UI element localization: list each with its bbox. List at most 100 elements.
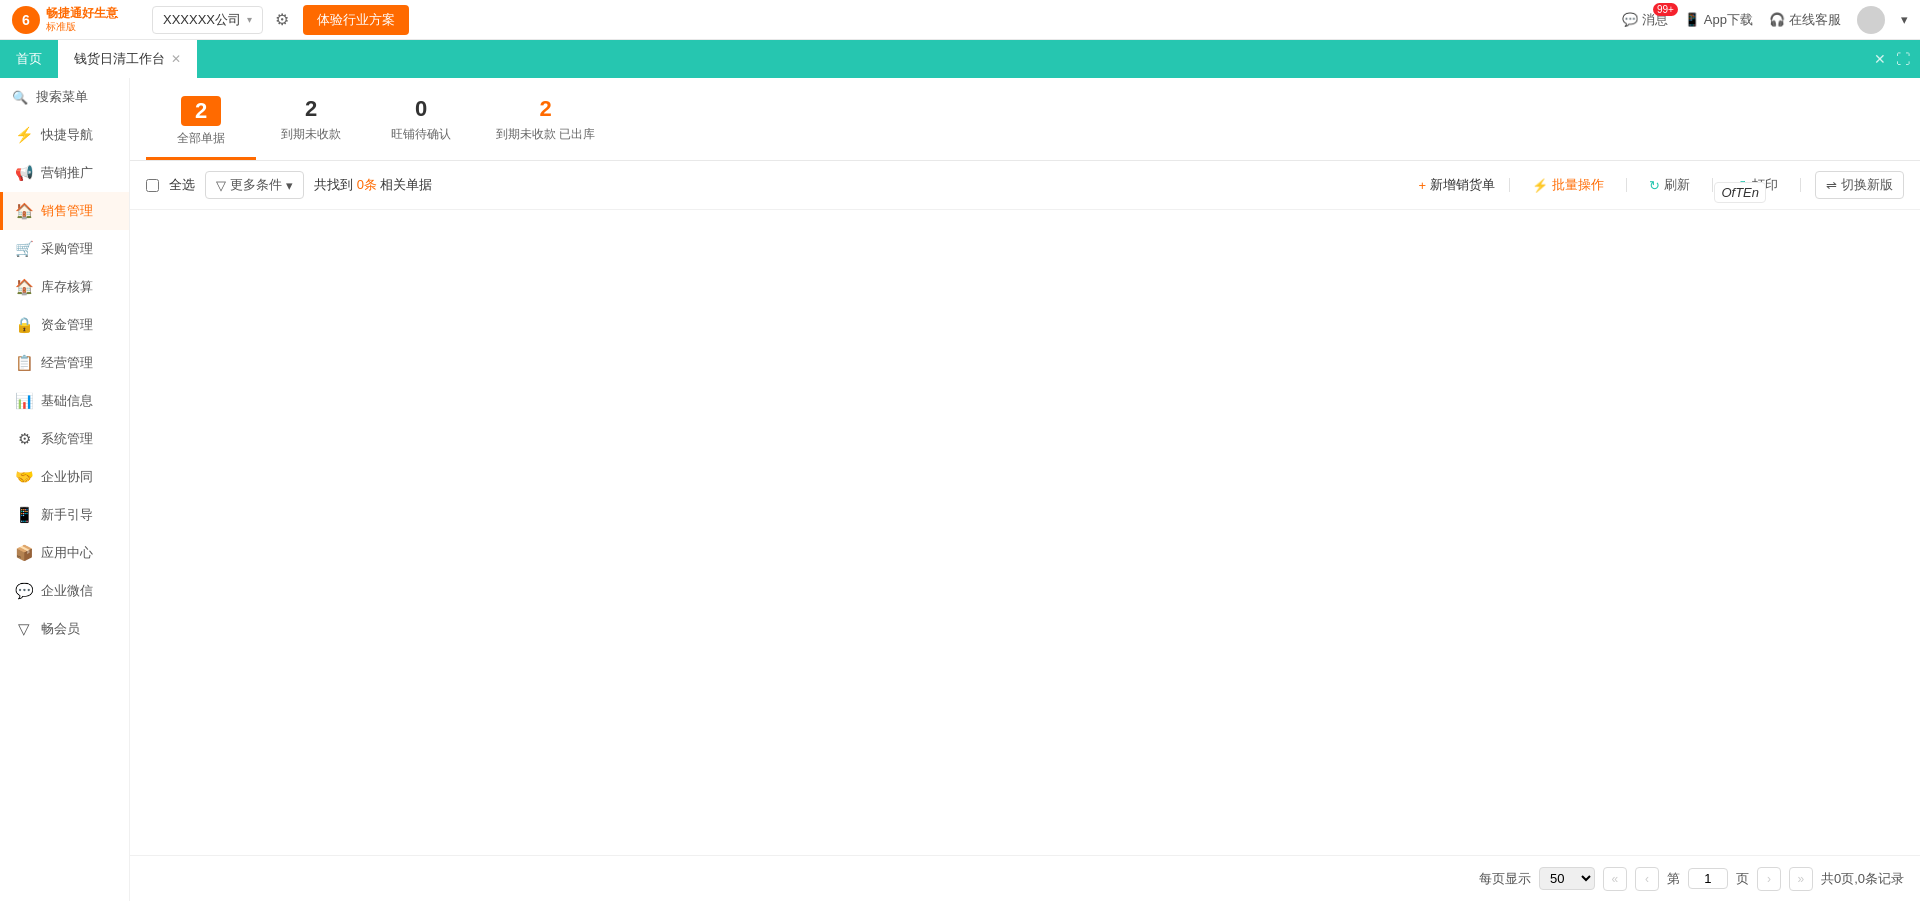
sidebar-item-quick-nav[interactable]: ⚡ 快捷导航 [0, 116, 129, 154]
sidebar-item-apps[interactable]: 📦 应用中心 [0, 534, 129, 572]
tab-bar-right: ✕ ⛶ [1874, 51, 1920, 67]
tab-minimize-icon[interactable]: ✕ [1874, 51, 1886, 67]
last-page-button[interactable]: » [1789, 867, 1813, 891]
sidebar-search[interactable]: 🔍 搜索菜单 [0, 78, 129, 116]
app-download-btn[interactable]: 📱 App下载 [1684, 11, 1753, 29]
found-text: 共找到 0条 相关单据 [314, 176, 432, 194]
sales-icon: 🏠 [15, 202, 33, 220]
sidebar-item-label: 采购管理 [41, 240, 93, 258]
refresh-button[interactable]: ↻ 刷新 [1641, 172, 1698, 198]
switch-new-button[interactable]: ⇌ 切换新版 [1815, 171, 1904, 199]
batch-op-label: 批量操作 [1552, 176, 1604, 194]
content-area: 2 全部单据 2 到期未收款 0 旺铺待确认 2 到期未收款 已出库 全选 ▽ … [130, 78, 1920, 901]
page-size-label: 每页显示 [1479, 870, 1531, 888]
message-btn[interactable]: 💬 消息 99+ [1622, 11, 1668, 29]
new-sale-label: 新增销货单 [1430, 176, 1495, 194]
divider [1509, 178, 1510, 192]
online-service-btn[interactable]: 🎧 在线客服 [1769, 11, 1841, 29]
sidebar-item-guide[interactable]: 📱 新手引导 [0, 496, 129, 534]
select-all-checkbox[interactable] [146, 179, 159, 192]
tab-close-icon[interactable]: ✕ [171, 52, 181, 66]
stat-tab-overdue-unshipped[interactable]: 2 到期未收款 已出库 [476, 88, 615, 160]
sidebar-item-system[interactable]: ⚙ 系统管理 [0, 420, 129, 458]
sidebar-item-inventory[interactable]: 🏠 库存核算 [0, 268, 129, 306]
experience-button[interactable]: 体验行业方案 [303, 5, 409, 35]
sidebar: 🔍 搜索菜单 ⚡ 快捷导航 📢 营销推广 🏠 销售管理 🛒 采购管理 🏠 库存核… [0, 78, 130, 901]
message-badge: 99+ [1653, 3, 1678, 16]
inventory-icon: 🏠 [15, 278, 33, 296]
switch-icon: ⇌ [1826, 178, 1837, 193]
stat-label-all: 全部单据 [177, 130, 225, 147]
sidebar-item-basic[interactable]: 📊 基础信息 [0, 382, 129, 420]
new-sale-button[interactable]: + 新增销货单 [1418, 176, 1495, 194]
apps-icon: 📦 [15, 544, 33, 562]
prev-page-button[interactable]: ‹ [1635, 867, 1659, 891]
sidebar-item-operations[interactable]: 📋 经营管理 [0, 344, 129, 382]
search-icon: 🔍 [12, 90, 28, 105]
switch-label: 切换新版 [1841, 176, 1893, 194]
message-icon: 💬 [1622, 12, 1638, 27]
tab-home-label: 首页 [16, 50, 42, 68]
filter-icon: ▽ [216, 178, 226, 193]
logo-text-area: 畅捷通好生意 标准版 [46, 6, 118, 32]
tab-work[interactable]: 钱货日清工作台 ✕ [58, 40, 197, 78]
stat-tab-wangpu[interactable]: 0 旺铺待确认 [366, 88, 476, 160]
next-page-button[interactable]: › [1757, 867, 1781, 891]
basic-icon: 📊 [15, 392, 33, 410]
page-suffix: 页 [1736, 870, 1749, 888]
company-selector[interactable]: XXXXXX公司 ▾ [152, 6, 263, 34]
stat-tab-overdue-unpaid[interactable]: 2 到期未收款 [256, 88, 366, 160]
page-input[interactable] [1688, 868, 1728, 889]
logo-subtitle: 标准版 [46, 21, 118, 33]
sidebar-item-wechat[interactable]: 💬 企业微信 [0, 572, 129, 610]
page-size-select[interactable]: 50 100 200 [1539, 867, 1595, 890]
divider2 [1626, 178, 1627, 192]
sidebar-item-cooperation[interactable]: 🤝 企业协同 [0, 458, 129, 496]
wechat-icon: 💬 [15, 582, 33, 600]
plus-icon: + [1418, 178, 1426, 193]
pagination-bar: 每页显示 50 100 200 « ‹ 第 页 › » 共0页,0条记录 [130, 855, 1920, 901]
system-icon: ⚙ [15, 430, 33, 448]
filter-button[interactable]: ▽ 更多条件 ▾ [205, 171, 304, 199]
search-label: 搜索菜单 [36, 88, 88, 106]
tab-bar: 首页 钱货日清工作台 ✕ ✕ ⛶ [0, 40, 1920, 78]
avatar[interactable] [1857, 6, 1885, 34]
tab-home[interactable]: 首页 [0, 40, 58, 78]
sidebar-item-finance[interactable]: 🔒 资金管理 [0, 306, 129, 344]
page-prefix: 第 [1667, 870, 1680, 888]
online-service-label: 在线客服 [1789, 11, 1841, 29]
stat-count-wangpu: 0 [415, 96, 427, 122]
member-icon: ▽ [15, 620, 33, 638]
sidebar-item-purchase[interactable]: 🛒 采购管理 [0, 230, 129, 268]
sidebar-item-label: 快捷导航 [41, 126, 93, 144]
main-layout: 🔍 搜索菜单 ⚡ 快捷导航 📢 营销推广 🏠 销售管理 🛒 采购管理 🏠 库存核… [0, 78, 1920, 901]
stat-tab-all[interactable]: 2 全部单据 [146, 88, 256, 160]
sidebar-item-sales[interactable]: 🏠 销售管理 [0, 192, 129, 230]
logo-title: 畅捷通好生意 [46, 6, 118, 20]
chevron-down-icon: ▾ [247, 14, 252, 25]
refresh-label: 刷新 [1664, 176, 1690, 194]
quick-nav-icon: ⚡ [15, 126, 33, 144]
tab-expand-icon[interactable]: ⛶ [1896, 51, 1910, 67]
sidebar-item-label: 应用中心 [41, 544, 93, 562]
sidebar-item-member[interactable]: ▽ 畅会员 [0, 610, 129, 648]
sidebar-item-label: 库存核算 [41, 278, 93, 296]
first-page-button[interactable]: « [1603, 867, 1627, 891]
guide-icon: 📱 [15, 506, 33, 524]
sidebar-item-label: 营销推广 [41, 164, 93, 182]
sidebar-item-label: 企业协同 [41, 468, 93, 486]
logo-area: 6 畅捷通好生意 标准版 [12, 6, 142, 34]
often-badge: OfTEn [1714, 182, 1766, 203]
found-count: 0条 [357, 177, 377, 192]
table-area [130, 210, 1920, 855]
user-menu[interactable]: ▾ [1901, 12, 1908, 27]
stat-label-overdue-unshipped: 到期未收款 已出库 [496, 126, 595, 143]
settings-icon[interactable]: ⚙ [271, 6, 293, 33]
sidebar-item-marketing[interactable]: 📢 营销推广 [0, 154, 129, 192]
header-right: 💬 消息 99+ 📱 App下载 🎧 在线客服 ▾ [1622, 6, 1908, 34]
stat-label-overdue-unpaid: 到期未收款 [281, 126, 341, 143]
company-name: XXXXXX公司 [163, 11, 241, 29]
batch-op-button[interactable]: ⚡ 批量操作 [1524, 172, 1612, 198]
divider3 [1712, 178, 1713, 192]
sidebar-item-label: 资金管理 [41, 316, 93, 334]
